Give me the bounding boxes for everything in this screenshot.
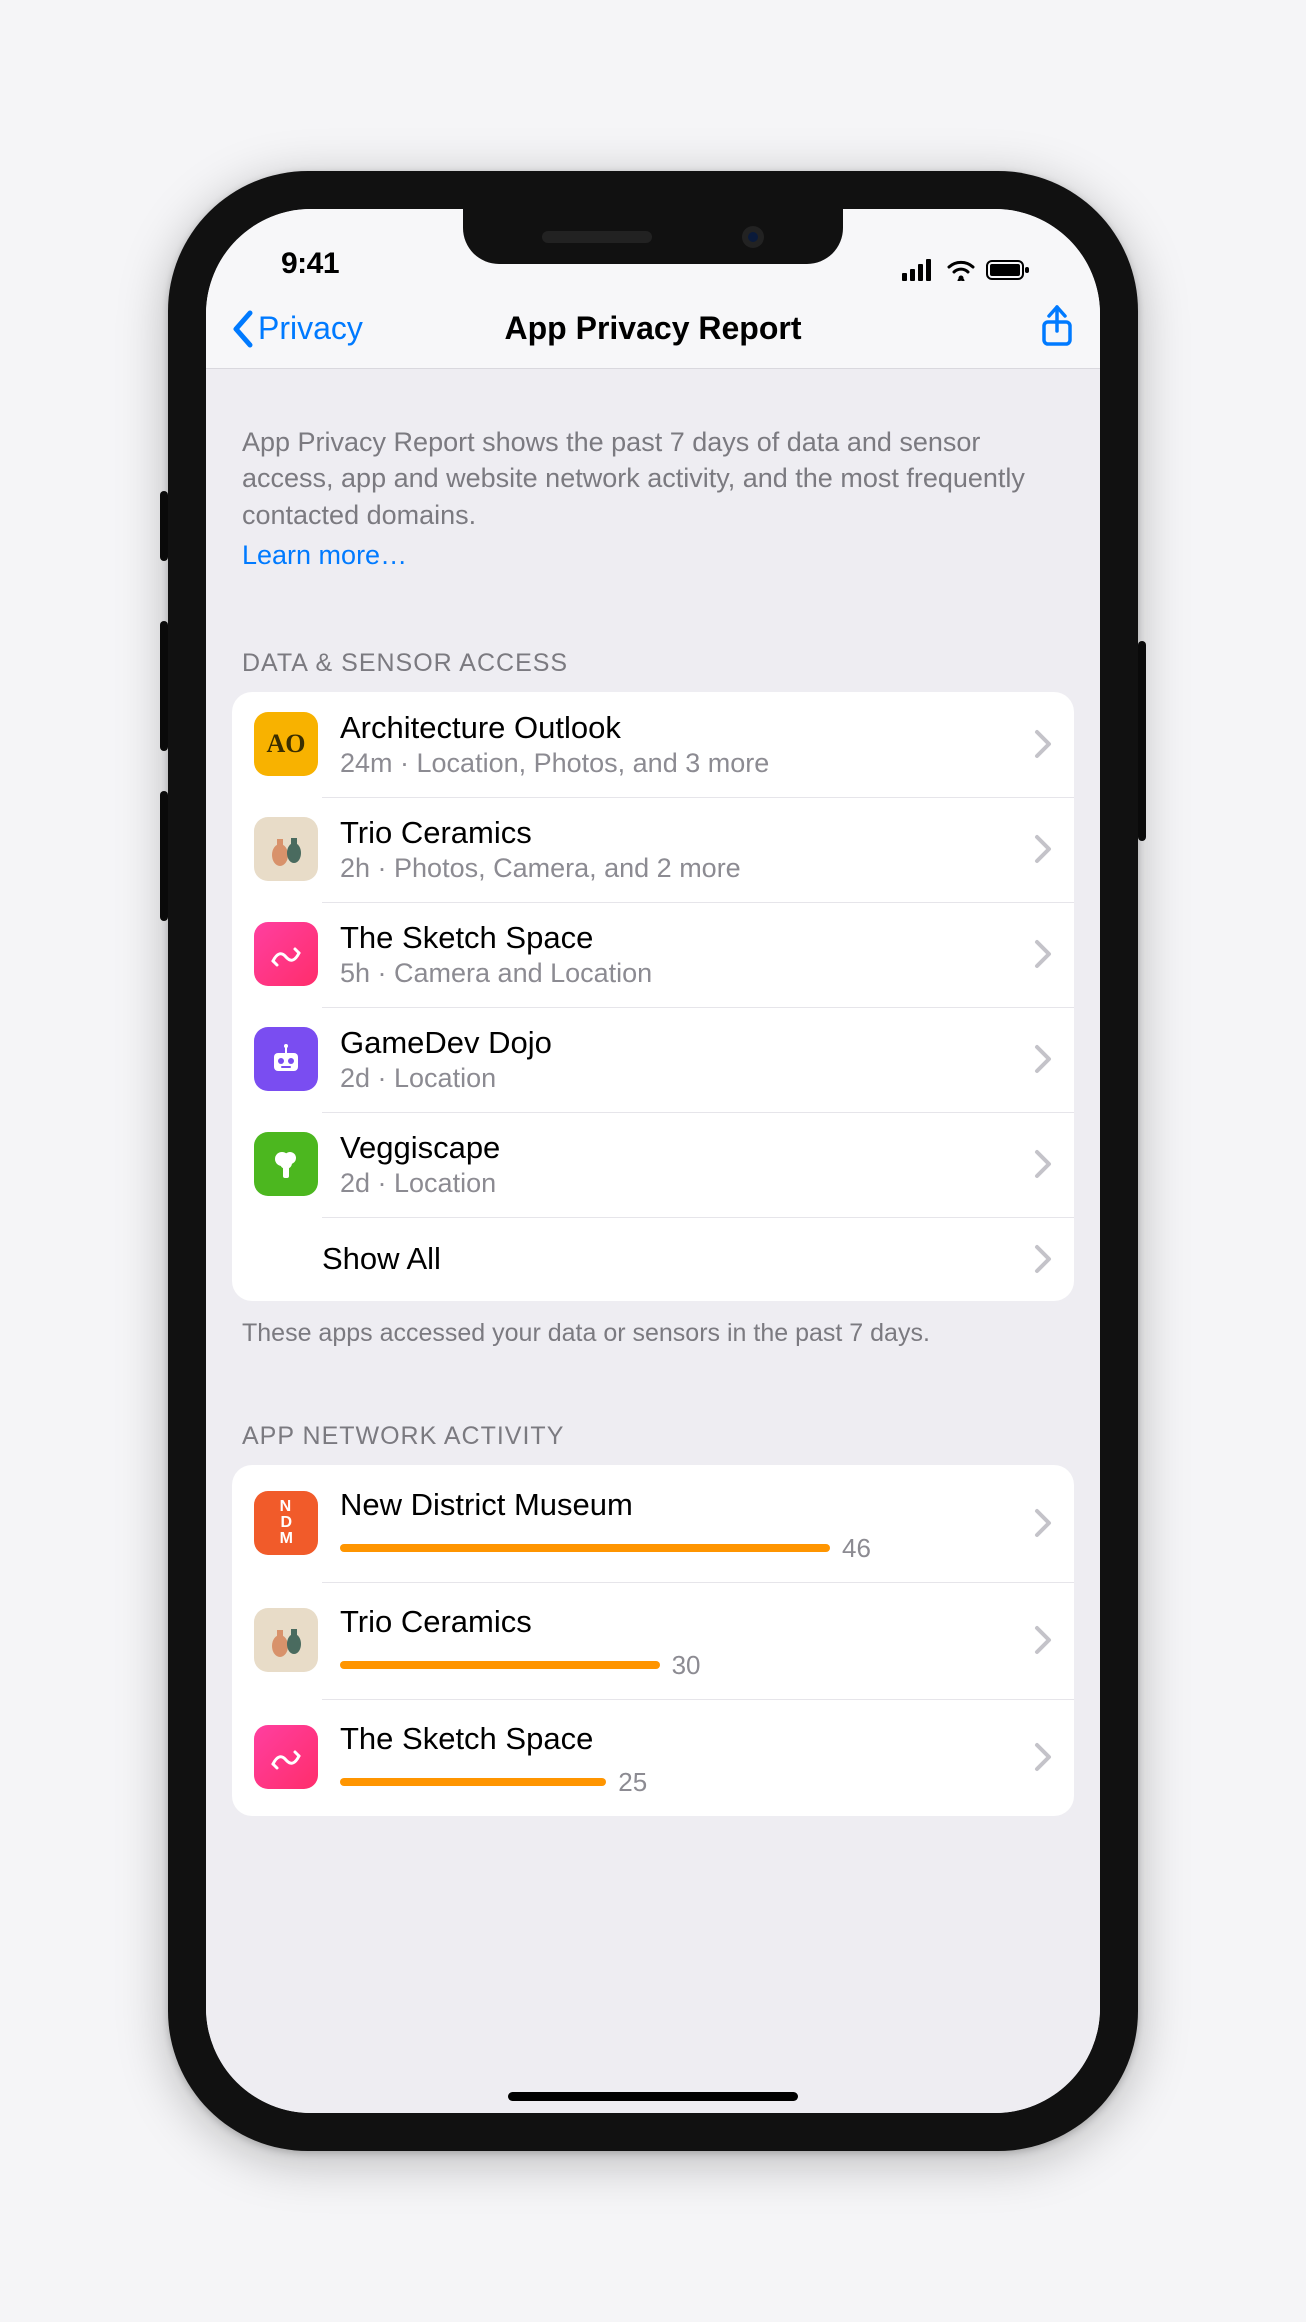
notch — [463, 209, 843, 264]
intro-text: App Privacy Report shows the past 7 days… — [242, 427, 1025, 530]
ceramics-icon — [264, 827, 308, 871]
section-header-network: APP NETWORK ACTIVITY — [206, 1367, 1100, 1465]
ceramics-icon — [264, 1618, 308, 1662]
app-detail: 2h · Photos, Camera, and 2 more — [340, 853, 1012, 884]
app-icon: AO — [254, 712, 318, 776]
chevron-right-icon — [1034, 1149, 1052, 1179]
intro-block: App Privacy Report shows the past 7 days… — [206, 369, 1100, 594]
sketch-icon — [267, 935, 305, 973]
back-button[interactable]: Privacy — [231, 310, 363, 348]
phone-frame: 9:41 — [168, 171, 1138, 2151]
share-icon — [1039, 304, 1075, 348]
nav-bar: Privacy App Privacy Report — [206, 289, 1100, 369]
app-name: GameDev Dojo — [340, 1025, 1012, 1061]
app-name: Architecture Outlook — [340, 710, 1012, 746]
domain-count: 46 — [842, 1533, 871, 1564]
front-camera — [742, 226, 764, 248]
status-icons — [902, 259, 1030, 281]
app-icon — [254, 1608, 318, 1672]
learn-more-link[interactable]: Learn more… — [242, 537, 1064, 573]
battery-icon — [986, 259, 1030, 281]
data-sensor-card: AO Architecture Outlook 24m · Location, … — [232, 692, 1074, 1301]
app-row-trio-ceramics[interactable]: Trio Ceramics 2h · Photos, Camera, and 2… — [232, 797, 1074, 902]
mute-switch — [160, 491, 168, 561]
power-button — [1138, 641, 1146, 841]
app-row-gamedev-dojo[interactable]: GameDev Dojo 2d · Location — [232, 1007, 1074, 1112]
show-all-label: Show All — [322, 1241, 1012, 1277]
chevron-right-icon — [1034, 1508, 1052, 1538]
volume-up-button — [160, 621, 168, 751]
show-all-button[interactable]: Show All — [232, 1217, 1074, 1301]
home-indicator[interactable] — [508, 2092, 798, 2101]
speaker-grille — [542, 231, 652, 243]
app-name: New District Museum — [340, 1487, 1012, 1523]
network-row-new-district-museum[interactable]: N D M New District Museum 46 — [232, 1465, 1074, 1582]
domain-bar: 46 — [340, 1533, 1012, 1564]
cellular-icon — [902, 259, 936, 281]
app-icon — [254, 922, 318, 986]
app-icon — [254, 1725, 318, 1789]
section-header-data-sensor: DATA & SENSOR ACCESS — [206, 594, 1100, 692]
app-name: Veggiscape — [340, 1130, 1012, 1166]
app-row-veggiscape[interactable]: Veggiscape 2d · Location — [232, 1112, 1074, 1217]
chevron-right-icon — [1034, 1742, 1052, 1772]
app-row-architecture-outlook[interactable]: AO Architecture Outlook 24m · Location, … — [232, 692, 1074, 797]
app-detail: 5h · Camera and Location — [340, 958, 1012, 989]
robot-icon — [266, 1039, 306, 1079]
broccoli-icon — [268, 1146, 304, 1182]
bar-fill — [340, 1661, 660, 1669]
app-row-the-sketch-space[interactable]: The Sketch Space 5h · Camera and Locatio… — [232, 902, 1074, 1007]
page-title: App Privacy Report — [505, 310, 802, 347]
chevron-right-icon — [1034, 729, 1052, 759]
wifi-icon — [946, 259, 976, 281]
status-time: 9:41 — [281, 247, 339, 281]
app-name: Trio Ceramics — [340, 1604, 1012, 1640]
network-row-the-sketch-space[interactable]: The Sketch Space 25 — [232, 1699, 1074, 1816]
domain-bar: 25 — [340, 1767, 1012, 1798]
app-detail: 2d · Location — [340, 1063, 1012, 1094]
bar-fill — [340, 1544, 830, 1552]
chevron-right-icon — [1034, 939, 1052, 969]
volume-down-button — [160, 791, 168, 921]
chevron-right-icon — [1034, 834, 1052, 864]
screen: 9:41 — [206, 209, 1100, 2113]
share-button[interactable] — [1039, 304, 1075, 353]
network-row-trio-ceramics[interactable]: Trio Ceramics 30 — [232, 1582, 1074, 1699]
app-detail: 24m · Location, Photos, and 3 more — [340, 748, 1012, 779]
network-card: N D M New District Museum 46 — [232, 1465, 1074, 1816]
bar-fill — [340, 1778, 606, 1786]
chevron-right-icon — [1034, 1625, 1052, 1655]
app-name: The Sketch Space — [340, 920, 1012, 956]
section-footer-data-sensor: These apps accessed your data or sensors… — [206, 1301, 1100, 1367]
chevron-left-icon — [231, 310, 255, 348]
domain-count: 30 — [672, 1650, 701, 1681]
app-name: The Sketch Space — [340, 1721, 1012, 1757]
content-scroll[interactable]: App Privacy Report shows the past 7 days… — [206, 369, 1100, 2113]
domain-count: 25 — [618, 1767, 647, 1798]
back-label: Privacy — [258, 310, 363, 347]
app-icon — [254, 1132, 318, 1196]
app-icon — [254, 817, 318, 881]
chevron-right-icon — [1034, 1244, 1052, 1274]
app-icon — [254, 1027, 318, 1091]
domain-bar: 30 — [340, 1650, 1012, 1681]
app-detail: 2d · Location — [340, 1168, 1012, 1199]
sketch-icon — [267, 1738, 305, 1776]
app-name: Trio Ceramics — [340, 815, 1012, 851]
chevron-right-icon — [1034, 1044, 1052, 1074]
app-icon: N D M — [254, 1491, 318, 1555]
